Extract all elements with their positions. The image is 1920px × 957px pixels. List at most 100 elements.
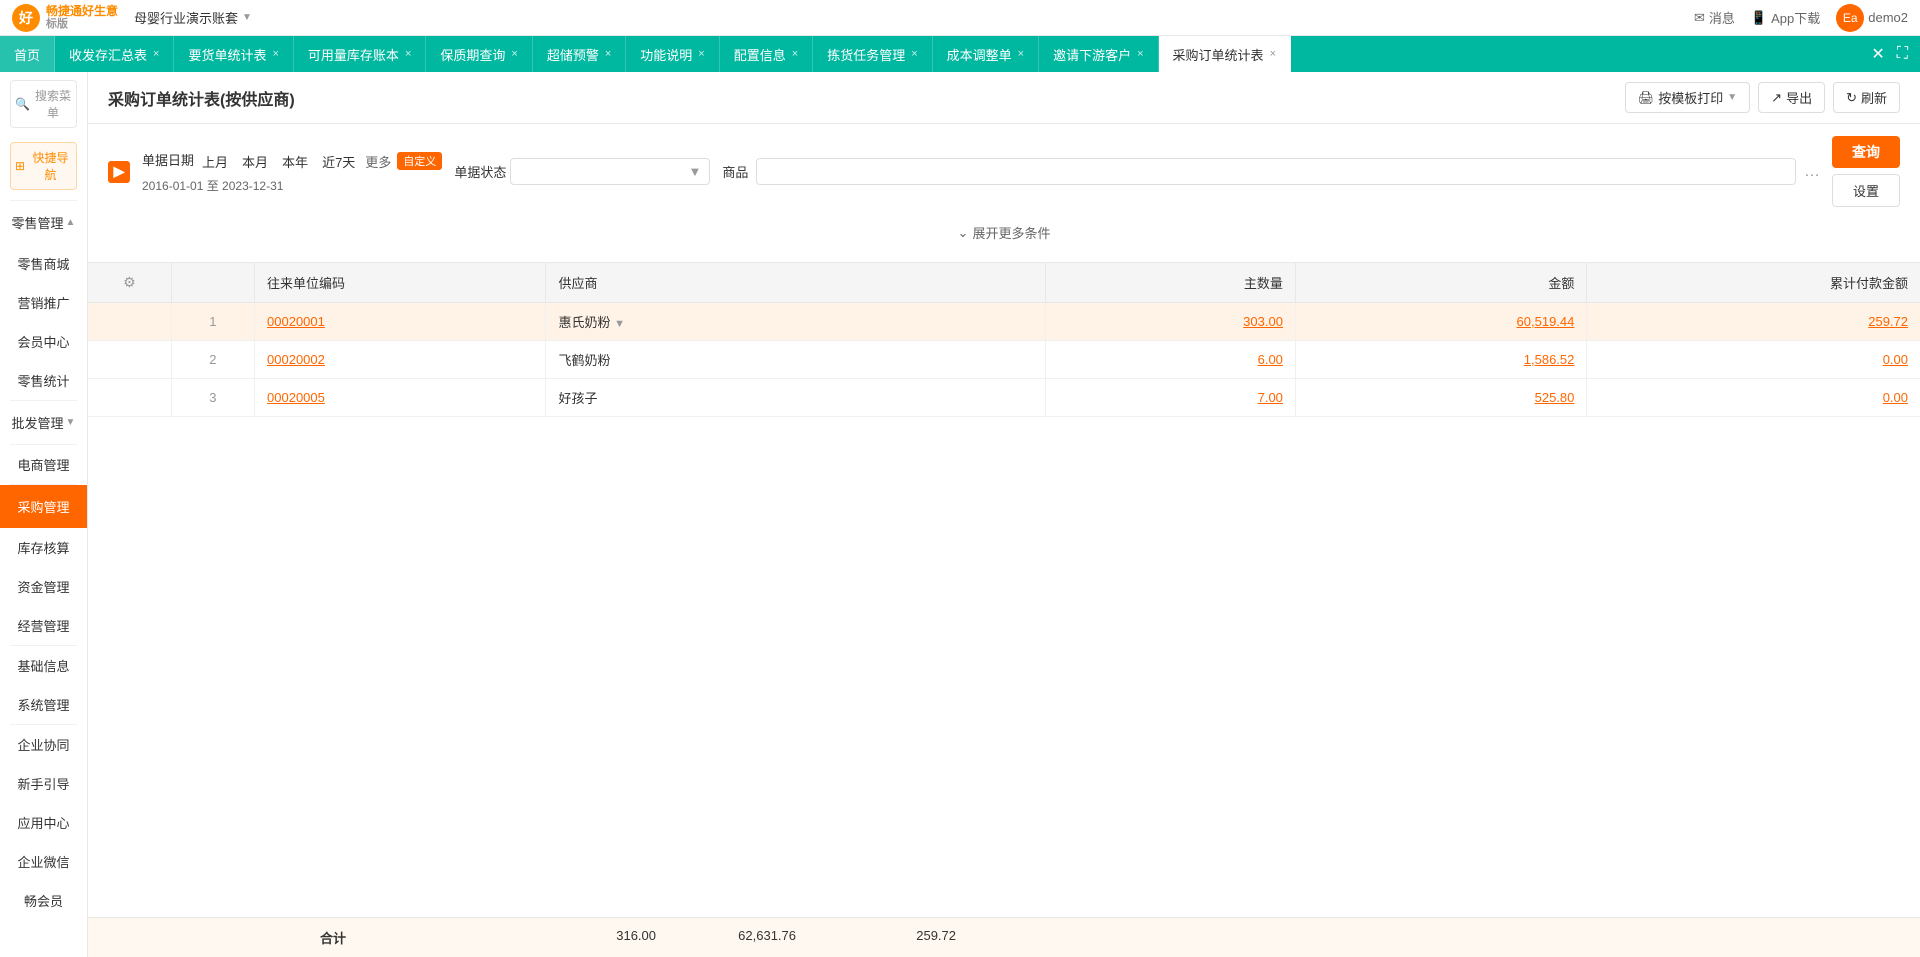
- filter-main-row: ▶ 单据日期 上月 本月 本年 近7天 更多 自定义: [108, 136, 1900, 207]
- export-button[interactable]: ↗ 导出: [1758, 82, 1825, 113]
- search-menu-button[interactable]: 🔍 搜索菜单: [10, 80, 77, 128]
- sidebar-item-marketing[interactable]: 营销推广: [0, 283, 87, 322]
- sidebar-item-inventory-check[interactable]: 库存核算: [0, 528, 87, 567]
- row-qty-cell: 7.00: [1046, 379, 1296, 417]
- fullscreen-icon[interactable]: ⛶: [1893, 41, 1912, 67]
- amount-link[interactable]: 60,519.44: [1517, 314, 1575, 329]
- sidebar-item-basic-info[interactable]: 基础信息: [0, 646, 87, 685]
- sidebar-item-enterprise-collab[interactable]: 企业协同: [0, 725, 87, 764]
- workspace-selector[interactable]: 母婴行业演示账套 ▼: [126, 8, 260, 27]
- filter-date-section: 单据日期 上月 本月 本年 近7天 更多 自定义 2016-01-01 至 20…: [142, 150, 442, 194]
- filter-area: ▶ 单据日期 上月 本月 本年 近7天 更多 自定义: [88, 124, 1920, 263]
- table-area: ⚙ 往来单位编码 供应商 主数量 金额 累计付款金额 1: [88, 263, 1920, 917]
- print-icon: 🖨: [1638, 90, 1655, 106]
- gear-icon[interactable]: ⚙: [123, 274, 136, 290]
- app-icon: 📱: [1751, 10, 1767, 26]
- status-select[interactable]: ▼: [510, 158, 710, 185]
- sidebar-item-app-center[interactable]: 应用中心: [0, 803, 87, 842]
- tab-close-icon[interactable]: ×: [911, 48, 917, 60]
- row-supplier-cell: 好孩子: [546, 379, 1046, 417]
- tab-close-icon[interactable]: ×: [1137, 48, 1143, 60]
- tab-close-icon[interactable]: ×: [511, 48, 517, 60]
- sidebar-item-ecommerce-mgmt[interactable]: 电商管理: [0, 445, 87, 484]
- tab-close-icon[interactable]: ×: [698, 48, 704, 60]
- quick-nav-button[interactable]: ⊞ 快捷导航: [10, 142, 77, 190]
- goods-more-icon[interactable]: …: [1804, 163, 1820, 181]
- qty-link[interactable]: 6.00: [1258, 352, 1283, 367]
- expand-down-icon: ⌄: [958, 225, 969, 241]
- tab-close-icon[interactable]: ×: [153, 48, 159, 60]
- tab-close-icon[interactable]: ×: [1018, 48, 1024, 60]
- page-header: 采购订单统计表(按供应商) 🖨 按模板打印 ▼ ↗ 导出 ↻ 刷新: [88, 72, 1920, 124]
- message-icon: ✉: [1694, 10, 1705, 26]
- tab-overstock-alert[interactable]: 超储预警 ×: [533, 36, 626, 72]
- tab-cost-adjust[interactable]: 成本调整单 ×: [933, 36, 1039, 72]
- tab-invite-downstream[interactable]: 邀请下游客户 ×: [1039, 36, 1158, 72]
- nav-tabs-end: ✕ ⛶: [1859, 36, 1920, 72]
- sidebar-item-retail-stats[interactable]: 零售统计: [0, 361, 87, 400]
- date-more-btn[interactable]: 更多: [365, 152, 391, 171]
- amount-link[interactable]: 525.80: [1535, 390, 1575, 405]
- tab-close-active-icon[interactable]: ×: [1270, 48, 1276, 60]
- date-range-display: 2016-01-01 至 2023-12-31: [142, 177, 442, 194]
- code-link[interactable]: 00020001: [267, 314, 325, 329]
- filter-toggle-button[interactable]: ▶: [108, 161, 130, 183]
- paid-link[interactable]: 259.72: [1868, 314, 1908, 329]
- sidebar-item-wholesale-mgmt[interactable]: 批发管理 ▼: [0, 401, 87, 444]
- tab-close-icon[interactable]: ×: [272, 48, 278, 60]
- col-header-qty: 主数量: [1046, 263, 1296, 303]
- table-row: 1 00020001 惠氏奶粉 ▼ 303.00 60,519.44: [88, 303, 1920, 341]
- expand-icon: ▲: [66, 217, 76, 228]
- tab-close-icon[interactable]: ×: [405, 48, 411, 60]
- sidebar-item-retail-mgmt[interactable]: 零售管理 ▲: [0, 201, 87, 244]
- amount-link[interactable]: 1,586.52: [1524, 352, 1575, 367]
- settings-button[interactable]: 设置: [1832, 174, 1900, 207]
- goods-input[interactable]: [756, 158, 1796, 185]
- paid-link[interactable]: 0.00: [1883, 352, 1908, 367]
- col-header-paid: 累计付款金额: [1587, 263, 1920, 303]
- tab-inventory-ledger[interactable]: 可用量库存账本 ×: [294, 36, 426, 72]
- sidebar-item-member[interactable]: 畅会员: [0, 881, 87, 920]
- tab-home[interactable]: 首页: [0, 36, 55, 72]
- user-menu[interactable]: Ea demo2: [1836, 4, 1908, 32]
- expand-icon-2: ▼: [66, 417, 76, 428]
- tab-pick-task[interactable]: 拣货任务管理 ×: [813, 36, 932, 72]
- date-this-month-btn[interactable]: 本月: [238, 150, 272, 173]
- qty-link[interactable]: 303.00: [1243, 314, 1283, 329]
- tab-config-info[interactable]: 配置信息 ×: [720, 36, 813, 72]
- tab-order-summary[interactable]: 要货单统计表 ×: [174, 36, 293, 72]
- sidebar-item-new-guide[interactable]: 新手引导: [0, 764, 87, 803]
- tab-purchase-summary[interactable]: 采购订单统计表 ×: [1159, 36, 1291, 72]
- tab-receive-summary[interactable]: 收发存汇总表 ×: [55, 36, 174, 72]
- avatar: Ea: [1836, 4, 1864, 32]
- footer-amount: 62,631.76: [668, 928, 808, 947]
- app-download-button[interactable]: 📱 App下载: [1751, 8, 1820, 27]
- tab-expiry-query[interactable]: 保质期查询 ×: [426, 36, 532, 72]
- tab-function-desc[interactable]: 功能说明 ×: [626, 36, 719, 72]
- query-button[interactable]: 查询: [1832, 136, 1900, 168]
- close-all-icon[interactable]: ✕: [1867, 40, 1888, 68]
- table-row: 3 00020005 好孩子 7.00 525.80: [88, 379, 1920, 417]
- filter-status-section: 单据状态 ▼: [454, 158, 710, 185]
- sidebar-item-ops-mgmt[interactable]: 经营管理: [0, 606, 87, 645]
- sidebar-item-system-mgmt[interactable]: 系统管理: [0, 685, 87, 724]
- sidebar-item-enterprise-wechat[interactable]: 企业微信: [0, 842, 87, 881]
- sidebar-item-member-center[interactable]: 会员中心: [0, 322, 87, 361]
- sidebar-item-finance-mgmt[interactable]: 资金管理: [0, 567, 87, 606]
- date-this-year-btn[interactable]: 本年: [278, 150, 312, 173]
- refresh-button[interactable]: ↻ 刷新: [1833, 82, 1900, 113]
- tab-close-icon[interactable]: ×: [605, 48, 611, 60]
- code-link[interactable]: 00020002: [267, 352, 325, 367]
- sidebar-item-retail-shop[interactable]: 零售商城: [0, 244, 87, 283]
- row-qty-cell: 303.00: [1046, 303, 1296, 341]
- date-last-month-btn[interactable]: 上月: [198, 150, 232, 173]
- qty-link[interactable]: 7.00: [1258, 390, 1283, 405]
- tab-close-icon[interactable]: ×: [792, 48, 798, 60]
- code-link[interactable]: 00020005: [267, 390, 325, 405]
- print-button[interactable]: 🖨 按模板打印 ▼: [1625, 82, 1750, 113]
- expand-conditions-button[interactable]: ⌄ 展开更多条件: [950, 215, 1059, 250]
- message-button[interactable]: ✉ 消息: [1694, 8, 1735, 27]
- sidebar-item-purchase-mgmt[interactable]: 采购管理: [0, 485, 87, 528]
- paid-link[interactable]: 0.00: [1883, 390, 1908, 405]
- date-last-7-btn[interactable]: 近7天: [318, 150, 359, 173]
